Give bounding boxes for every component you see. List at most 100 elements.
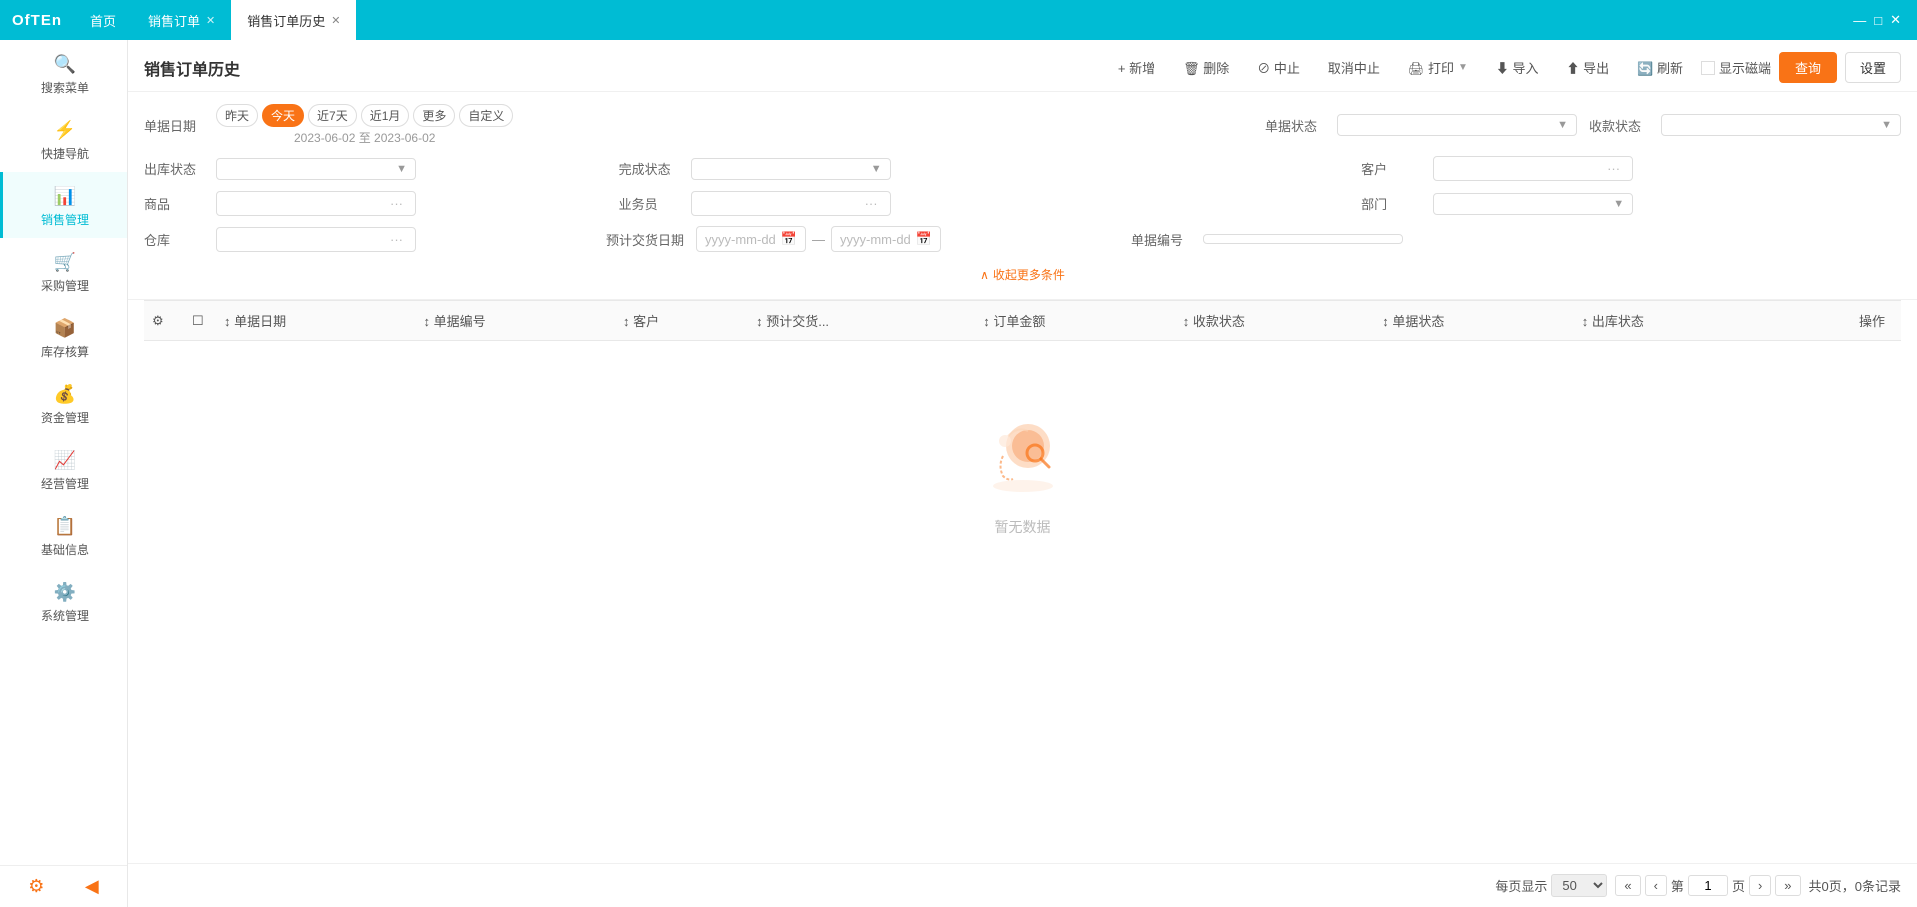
date-btn-1month[interactable]: 近1月 bbox=[361, 104, 410, 127]
sidebar-item-search[interactable]: 🔍 搜索菜单 bbox=[0, 40, 127, 106]
warehouse-dots[interactable]: ··· bbox=[386, 232, 407, 247]
payment-status-label: 收款状态 bbox=[1589, 116, 1649, 135]
import-button[interactable]: ⬇ 导入 bbox=[1486, 53, 1549, 82]
complete-status-label: 完成状态 bbox=[619, 159, 679, 178]
th-number[interactable]: ↕ 单据编号 bbox=[416, 301, 616, 341]
page-last-button[interactable]: » bbox=[1775, 875, 1800, 896]
import-button-label: ⬇ 导入 bbox=[1496, 58, 1539, 77]
tab-sales-history-close[interactable]: ✕ bbox=[331, 14, 340, 27]
goods-select[interactable]: ··· bbox=[216, 191, 416, 216]
expected-date-group: yyyy-mm-dd 📅 — yyyy-mm-dd 📅 bbox=[696, 226, 941, 252]
calendar-start-icon[interactable]: 📅 bbox=[781, 231, 797, 247]
purchase-icon: 🛒 bbox=[54, 252, 76, 273]
quick-nav-icon: ⚡ bbox=[54, 120, 76, 141]
sidebar-item-finance-label: 资金管理 bbox=[41, 409, 89, 426]
minimize-button[interactable]: — bbox=[1853, 13, 1866, 28]
th-warehouse-status[interactable]: ↕ 出库状态 bbox=[1574, 301, 1774, 341]
empty-icon bbox=[973, 401, 1073, 501]
sidebar-settings-icon[interactable]: ⚙ bbox=[28, 876, 44, 897]
footer: 每页显示 50 10 20 100 « ‹ 第 页 › » 共0页，0条记录 bbox=[128, 863, 1917, 907]
add-button[interactable]: + 新增 bbox=[1108, 53, 1165, 82]
date-buttons: 昨天 今天 近7天 近1月 更多 自定义 bbox=[216, 104, 513, 127]
brand-logo: OfTEn bbox=[0, 12, 74, 29]
export-button[interactable]: ⬆ 导出 bbox=[1557, 53, 1620, 82]
date-btn-more[interactable]: 更多 bbox=[413, 104, 455, 127]
per-page-select[interactable]: 50 10 20 100 bbox=[1551, 874, 1607, 897]
stop-button[interactable]: ⊘ 中止 bbox=[1247, 53, 1310, 82]
date-btn-yesterday[interactable]: 昨天 bbox=[216, 104, 258, 127]
settings-button[interactable]: 设置 bbox=[1845, 52, 1901, 83]
department-select[interactable]: ▼ bbox=[1433, 193, 1633, 215]
th-settings[interactable]: ⚙ bbox=[144, 301, 184, 341]
th-amount-label: ↕ 订单金额 bbox=[983, 314, 1045, 329]
sidebar-item-system-label: 系统管理 bbox=[41, 607, 89, 624]
per-page-label: 每页显示 bbox=[1495, 876, 1547, 895]
warehouse-status-select[interactable]: ▼ bbox=[216, 158, 416, 180]
sidebar-item-inventory[interactable]: 📦 库存核算 bbox=[0, 304, 127, 370]
cancel-stop-button[interactable]: 取消中止 bbox=[1318, 53, 1390, 82]
expected-date-end[interactable]: yyyy-mm-dd 📅 bbox=[831, 226, 941, 252]
search-menu-icon: 🔍 bbox=[54, 54, 76, 75]
date-btn-7days[interactable]: 近7天 bbox=[308, 104, 357, 127]
delete-button[interactable]: 🗑 删除 bbox=[1173, 53, 1239, 82]
sidebar-item-sales-label: 销售管理 bbox=[41, 211, 89, 228]
th-order-status[interactable]: ↕ 单据状态 bbox=[1374, 301, 1574, 341]
salesman-select[interactable]: ··· bbox=[691, 191, 891, 216]
page-next-button[interactable]: › bbox=[1749, 875, 1771, 896]
complete-status-select[interactable]: ▼ bbox=[691, 158, 891, 180]
calendar-end-icon[interactable]: 📅 bbox=[916, 231, 932, 247]
sidebar-item-basic[interactable]: 📋 基础信息 bbox=[0, 502, 127, 568]
salesman-dots[interactable]: ··· bbox=[861, 196, 882, 211]
order-number-input[interactable] bbox=[1203, 234, 1403, 244]
sidebar-item-quicknav[interactable]: ⚡ 快捷导航 bbox=[0, 106, 127, 172]
empty-state-cell: 暂无数据 bbox=[144, 341, 1901, 598]
print-dropdown-icon[interactable]: ▼ bbox=[1458, 62, 1468, 73]
th-amount[interactable]: ↕ 订单金额 bbox=[975, 301, 1175, 341]
th-customer[interactable]: ↕ 客户 bbox=[615, 301, 748, 341]
page-first-button[interactable]: « bbox=[1615, 875, 1640, 896]
filter-row-2: 出库状态 ▼ 完成状态 ▼ 客户 ··· bbox=[144, 156, 1901, 181]
tab-home[interactable]: 首页 bbox=[74, 0, 132, 40]
page-input[interactable] bbox=[1688, 875, 1728, 896]
sidebar-item-sales[interactable]: 📊 销售管理 bbox=[0, 172, 127, 238]
warehouse-select[interactable]: ··· bbox=[216, 227, 416, 252]
filter-row-3: 商品 ··· 业务员 ··· 部门 ▼ bbox=[144, 191, 1901, 216]
collapse-button[interactable]: ∧ 收起更多条件 bbox=[144, 262, 1901, 287]
customer-dots[interactable]: ··· bbox=[1603, 161, 1624, 176]
payment-status-select[interactable]: ▼ bbox=[1661, 114, 1901, 136]
sidebar-item-finance[interactable]: 💰 资金管理 bbox=[0, 370, 127, 436]
main-layout: 🔍 搜索菜单 ⚡ 快捷导航 📊 销售管理 🛒 采购管理 📦 库存核算 💰 资金管… bbox=[0, 40, 1917, 907]
page-prev-button[interactable]: ‹ bbox=[1645, 875, 1667, 896]
date-btn-today[interactable]: 今天 bbox=[262, 104, 304, 127]
sidebar-collapse-icon[interactable]: ◀ bbox=[85, 876, 99, 897]
customer-select[interactable]: ··· bbox=[1433, 156, 1633, 181]
display-columns-checkbox[interactable] bbox=[1701, 61, 1715, 75]
date-range-text: 2023-06-02 至 2023-06-02 bbox=[294, 129, 435, 146]
page-label: 第 bbox=[1671, 876, 1684, 895]
add-button-label: + 新增 bbox=[1118, 58, 1155, 77]
display-columns-label-text: 显示磁端 bbox=[1719, 58, 1771, 77]
tab-sales-history[interactable]: 销售订单历史 ✕ bbox=[231, 0, 356, 40]
maximize-button[interactable]: □ bbox=[1874, 13, 1882, 28]
goods-dots[interactable]: ··· bbox=[386, 196, 407, 211]
close-button[interactable]: ✕ bbox=[1890, 12, 1901, 28]
tab-sales-order-label: 销售订单 bbox=[148, 11, 200, 30]
th-date[interactable]: ↕ 单据日期 bbox=[216, 301, 416, 341]
sidebar-item-purchase[interactable]: 🛒 采购管理 bbox=[0, 238, 127, 304]
refresh-button-label: 🔄 刷新 bbox=[1637, 58, 1683, 77]
query-button[interactable]: 查询 bbox=[1779, 52, 1837, 83]
refresh-button[interactable]: 🔄 刷新 bbox=[1627, 53, 1693, 82]
empty-state: 暂无数据 bbox=[144, 341, 1901, 597]
sidebar-item-operations[interactable]: 📈 经营管理 bbox=[0, 436, 127, 502]
tab-sales-order[interactable]: 销售订单 ✕ bbox=[132, 0, 231, 40]
th-checkbox[interactable]: ☐ bbox=[184, 301, 216, 341]
display-columns-toggle[interactable]: 显示磁端 bbox=[1701, 58, 1771, 77]
th-payment-status[interactable]: ↕ 收款状态 bbox=[1175, 301, 1375, 341]
th-expected-date[interactable]: ↕ 预计交货... bbox=[748, 301, 975, 341]
sidebar-item-system[interactable]: ⚙️ 系统管理 bbox=[0, 568, 127, 634]
print-button[interactable]: 🖨 打印 ▼ bbox=[1398, 53, 1478, 82]
date-btn-custom[interactable]: 自定义 bbox=[459, 104, 513, 127]
expected-date-start[interactable]: yyyy-mm-dd 📅 bbox=[696, 226, 806, 252]
order-status-select[interactable]: ▼ bbox=[1337, 114, 1577, 136]
tab-sales-order-close[interactable]: ✕ bbox=[206, 14, 215, 27]
